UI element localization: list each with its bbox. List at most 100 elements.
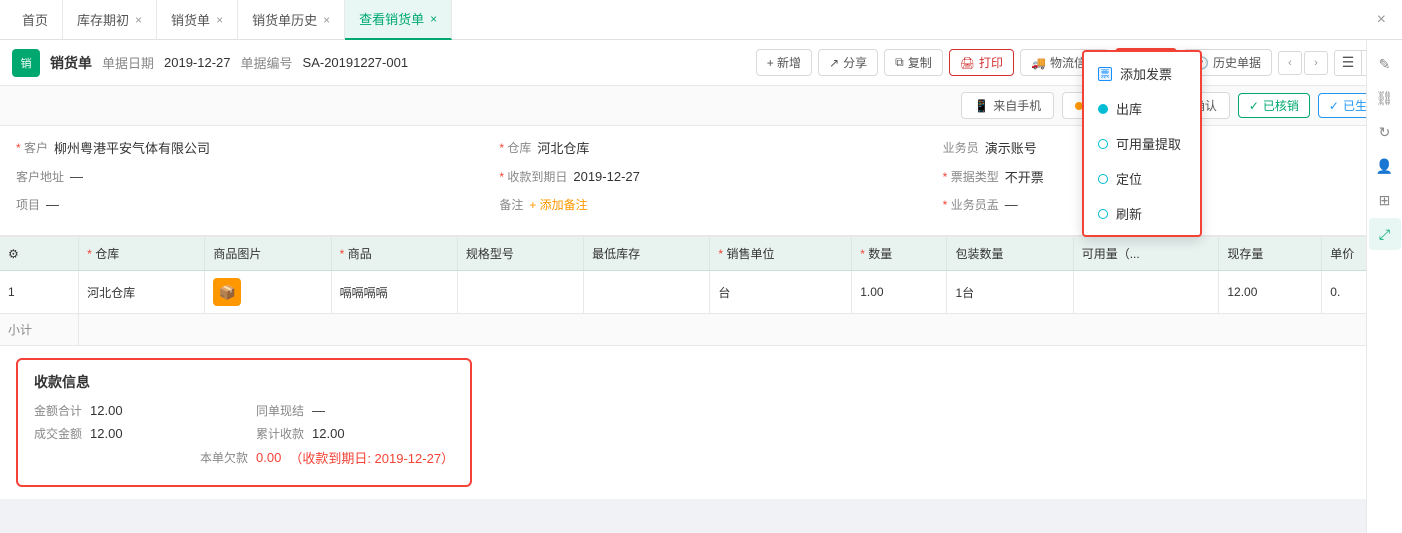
payment-info-title: 收款信息 xyxy=(34,372,454,392)
subtotal-row: 小计 xyxy=(0,314,1402,346)
current-debt-field: 本单欠款 0.00 （收款到期日: 2019-12-27） xyxy=(200,448,454,467)
sidebar-link-button[interactable]: ⛓ xyxy=(1369,82,1401,114)
doc-title-area: 销 销货单 单据日期 2019-12-27 单据编号 SA-20191227-0… xyxy=(12,49,408,77)
available-qty-item[interactable]: 可用量提取 xyxy=(1084,126,1200,161)
refresh-item[interactable]: 刷新 xyxy=(1084,196,1200,231)
payment-info-panel: 收款信息 金额合计 12.00 同单现结 — 成交金额 12.00 累计收款 xyxy=(16,358,472,487)
print-button[interactable]: 🖨 打印 xyxy=(949,49,1014,76)
check-icon: ✓ xyxy=(1249,99,1259,113)
tab-sales[interactable]: 销货单 × xyxy=(157,0,238,40)
list-view-button[interactable]: ☰ xyxy=(1334,50,1362,76)
cell-min-stock xyxy=(584,271,710,314)
cumulative-label: 累计收款 xyxy=(256,425,304,442)
address-field: 客户地址 — xyxy=(16,168,459,185)
sidebar-table-button[interactable]: ⊞ xyxy=(1369,184,1401,216)
table-row: 1 河北仓库 📦 嗝嗝嗝嗝 台 1.00 1台 12.00 0. xyxy=(0,271,1402,314)
cell-pack-qty: 1台 xyxy=(947,271,1073,314)
col-unit: 销售单位 xyxy=(710,237,852,271)
outbound-item[interactable]: 出库 xyxy=(1084,91,1200,126)
refresh-icon xyxy=(1098,209,1108,219)
print-icon: 🖨 xyxy=(960,56,975,70)
current-debt-label: 本单欠款 xyxy=(200,449,248,466)
same-order-label: 同单现结 xyxy=(256,402,304,419)
payment-row-3: 本单欠款 0.00 （收款到期日: 2019-12-27） xyxy=(34,448,454,467)
sidebar-expand-button[interactable]: ⤢ xyxy=(1369,218,1401,250)
tab-sales-history-close[interactable]: × xyxy=(323,13,330,27)
copy-icon: ⧉ xyxy=(895,55,904,70)
transaction-amount-value: 12.00 xyxy=(90,426,123,441)
tab-view-sales-close[interactable]: × xyxy=(430,12,437,26)
tab-home[interactable]: 首页 xyxy=(8,0,63,40)
right-sidebar: ✎ ⛓ ↻ 👤 ⊞ ⤢ xyxy=(1366,40,1402,533)
customer-field: 客户 柳州粤港平安气体有限公司 xyxy=(16,138,459,157)
prev-arrow[interactable]: ‹ xyxy=(1278,51,1302,75)
tab-inventory[interactable]: 库存期初 × xyxy=(63,0,157,40)
payment-date-field: 收款到期日 2019-12-27 xyxy=(499,168,942,185)
address-label: 客户地址 xyxy=(16,168,64,185)
transaction-amount-field: 成交金额 12.00 xyxy=(34,425,232,442)
cell-quantity: 1.00 xyxy=(852,271,947,314)
invoice-icon: 票 xyxy=(1098,67,1112,81)
tab-inventory-close[interactable]: × xyxy=(135,13,142,27)
staff-value: 演示账号 xyxy=(985,138,1037,157)
cell-current-stock: 12.00 xyxy=(1219,271,1322,314)
date-label: 单据日期 xyxy=(102,53,154,72)
staff-label: 业务员 xyxy=(943,139,979,156)
sidebar-user-button[interactable]: 👤 xyxy=(1369,150,1401,182)
share-button[interactable]: ↗ 分享 xyxy=(818,49,878,76)
cell-spec xyxy=(457,271,583,314)
subtotal-empty-1 xyxy=(79,314,1402,346)
truck-icon: 🚚 xyxy=(1031,56,1046,70)
warehouse-field: 仓库 河北仓库 xyxy=(499,138,942,157)
col-min-stock: 最低库存 xyxy=(584,237,710,271)
phone-icon: 📱 xyxy=(974,99,989,113)
next-arrow[interactable]: › xyxy=(1304,51,1328,75)
tab-sales-close[interactable]: × xyxy=(216,13,223,27)
project-field: 项目 — xyxy=(16,196,459,213)
add-note-button[interactable]: + 添加备注 xyxy=(529,196,587,213)
date-value: 2019-12-27 xyxy=(164,55,231,70)
col-warehouse: 仓库 xyxy=(79,237,205,271)
window-close-button[interactable]: × xyxy=(1369,11,1394,29)
customer-label: 客户 xyxy=(16,139,48,156)
ticket-type-label: 票据类型 xyxy=(943,168,999,185)
outbound-icon xyxy=(1098,104,1108,114)
nav-arrows: ‹ › xyxy=(1278,51,1328,75)
sidebar-reload-button[interactable]: ↻ xyxy=(1369,116,1401,148)
same-order-settlement-field: 同单现结 — xyxy=(256,402,454,419)
locate-icon xyxy=(1098,174,1108,184)
doc-type-icon: 销 xyxy=(12,49,40,77)
col-spec: 规格型号 xyxy=(457,237,583,271)
table-header-row: ⚙ 仓库 商品图片 商品 规格型号 最低库存 销售单位 数量 包装数量 可用量（… xyxy=(0,237,1402,271)
add-invoice-item[interactable]: 票 添加发票 xyxy=(1084,56,1200,91)
copy-button[interactable]: ⧉ 复制 xyxy=(884,49,943,76)
project-value: — xyxy=(46,197,59,212)
note-label: 备注 xyxy=(499,196,523,213)
from-phone-button[interactable]: 📱 来自手机 xyxy=(961,92,1054,119)
bottom-section: 收款信息 金额合计 12.00 同单现结 — 成交金额 12.00 累计收款 xyxy=(0,346,1402,499)
tab-sales-history[interactable]: 销货单历史 × xyxy=(238,0,345,40)
share-icon: ↗ xyxy=(829,56,839,70)
cumulative-collection-field: 累计收款 12.00 xyxy=(256,425,454,442)
col-available: 可用量（... xyxy=(1073,237,1219,271)
cell-no: 1 xyxy=(0,271,79,314)
payment-date-label: 收款到期日 xyxy=(499,168,567,185)
cell-available xyxy=(1073,271,1219,314)
tab-view-sales[interactable]: 查看销货单 × xyxy=(345,0,452,40)
table-container: ⚙ 仓库 商品图片 商品 规格型号 最低库存 销售单位 数量 包装数量 可用量（… xyxy=(0,236,1402,346)
effective-check-icon: ✓ xyxy=(1329,99,1339,113)
product-thumbnail: 📦 xyxy=(213,278,241,306)
locate-item[interactable]: 定位 xyxy=(1084,161,1200,196)
new-button[interactable]: + 新增 xyxy=(756,49,812,76)
sidebar-edit-button[interactable]: ✎ xyxy=(1369,48,1401,80)
payment-date-value: 2019-12-27 xyxy=(573,169,640,184)
col-product: 商品 xyxy=(331,237,457,271)
amount-total-field: 金额合计 12.00 xyxy=(34,402,232,419)
sales-staff-value: — xyxy=(1005,197,1018,212)
payment-row-1: 金额合计 12.00 同单现结 — xyxy=(34,402,454,419)
cell-unit: 台 xyxy=(710,271,852,314)
col-current-stock: 现存量 xyxy=(1219,237,1322,271)
payment-row-2: 成交金额 12.00 累计收款 12.00 xyxy=(34,425,454,442)
warehouse-label: 仓库 xyxy=(499,139,531,156)
tab-bar: 首页 库存期初 × 销货单 × 销货单历史 × 查看销货单 × × xyxy=(0,0,1402,40)
